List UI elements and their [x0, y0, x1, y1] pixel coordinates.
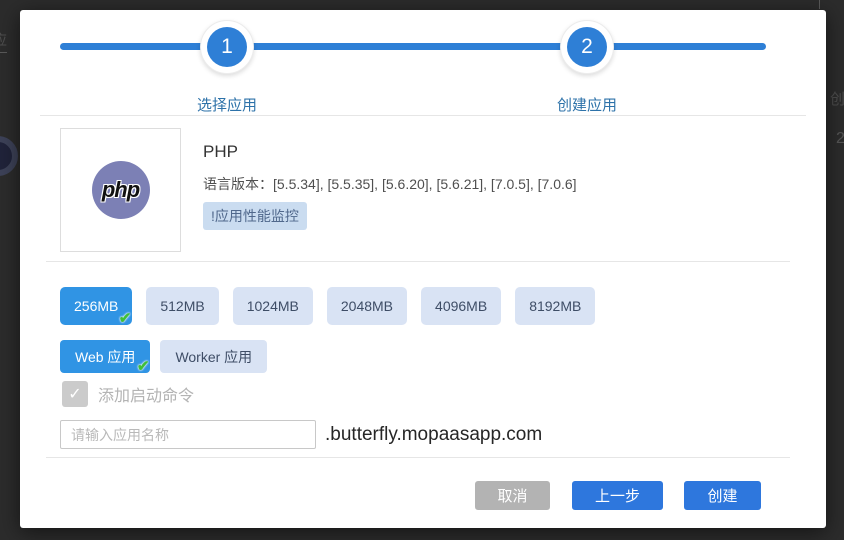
memory-option-4096mb[interactable]: 4096MB	[421, 287, 502, 325]
app-type-option-label: Web 应用	[75, 348, 136, 365]
app-performance-tag: !应用性能监控	[203, 202, 307, 230]
memory-option-label: 1024MB	[246, 298, 299, 314]
background-text-fragment: 创	[830, 91, 844, 108]
cancel-button[interactable]: 取消	[475, 481, 550, 510]
background-text-fragment: 应	[0, 30, 7, 53]
create-app-modal: 1 2 选择应用 创建应用 php PHP 语言版本：[5.5.34], [5.…	[20, 10, 826, 528]
memory-option-label: 4096MB	[435, 298, 488, 314]
step-2-number: 2	[567, 27, 607, 67]
section-divider	[46, 457, 790, 458]
background-text-fragment: 2	[836, 130, 844, 147]
memory-option-label: 2048MB	[340, 298, 394, 314]
background-logo-circle	[0, 136, 18, 176]
startup-command-row: ✓ 添加启动命令	[62, 381, 194, 407]
step-1-label: 选择应用	[196, 97, 257, 114]
app-name-input[interactable]	[60, 420, 316, 449]
app-name-row: .butterfly.mopaasapp.com	[60, 420, 542, 449]
app-logo-card: php	[60, 128, 181, 252]
step-2-label: 创建应用	[556, 97, 617, 114]
memory-option-label: 512MB	[160, 298, 205, 314]
app-name-title: PHP	[203, 142, 238, 161]
background-divider	[819, 0, 820, 9]
startup-command-label: 添加启动命令	[98, 388, 195, 405]
memory-option-512mb[interactable]: 512MB	[146, 287, 219, 325]
step-2-circle: 2	[560, 20, 614, 74]
memory-option-8192mb[interactable]: 8192MB	[515, 287, 596, 325]
app-type-option-label: Worker 应用	[175, 348, 253, 365]
php-logo-icon: php	[91, 161, 150, 219]
memory-option-256mb[interactable]: 256MB ✔	[60, 287, 133, 327]
section-divider	[40, 115, 806, 116]
section-divider	[46, 261, 790, 262]
app-type-option-web[interactable]: Web 应用 ✔	[60, 340, 151, 375]
memory-option-2048mb[interactable]: 2048MB	[326, 287, 408, 325]
app-type-options-row: Web 应用 ✔ Worker 应用	[60, 340, 268, 375]
checkbox-check-icon: ✓	[68, 386, 82, 403]
stepper-progress-bar	[60, 43, 766, 50]
step-1-circle: 1	[200, 20, 254, 74]
app-versions-text: 语言版本：[5.5.34], [5.5.35], [5.6.20], [5.6.…	[203, 176, 577, 192]
memory-option-label: 8192MB	[529, 298, 582, 314]
memory-option-label: 256MB	[74, 298, 119, 314]
startup-command-checkbox[interactable]: ✓	[62, 381, 88, 407]
php-logo-text: php	[101, 177, 140, 202]
selected-check-icon: ✔	[118, 310, 132, 327]
previous-step-button[interactable]: 上一步	[572, 481, 663, 510]
app-type-option-worker[interactable]: Worker 应用	[160, 340, 268, 373]
create-button[interactable]: 创建	[684, 481, 761, 510]
memory-options-row: 256MB ✔ 512MB 1024MB 2048MB 4096MB 8192M…	[60, 287, 596, 327]
selected-check-icon: ✔	[136, 358, 150, 375]
domain-suffix-text: .butterfly.mopaasapp.com	[325, 423, 543, 445]
step-1-number: 1	[207, 27, 247, 67]
memory-option-1024mb[interactable]: 1024MB	[232, 287, 313, 325]
